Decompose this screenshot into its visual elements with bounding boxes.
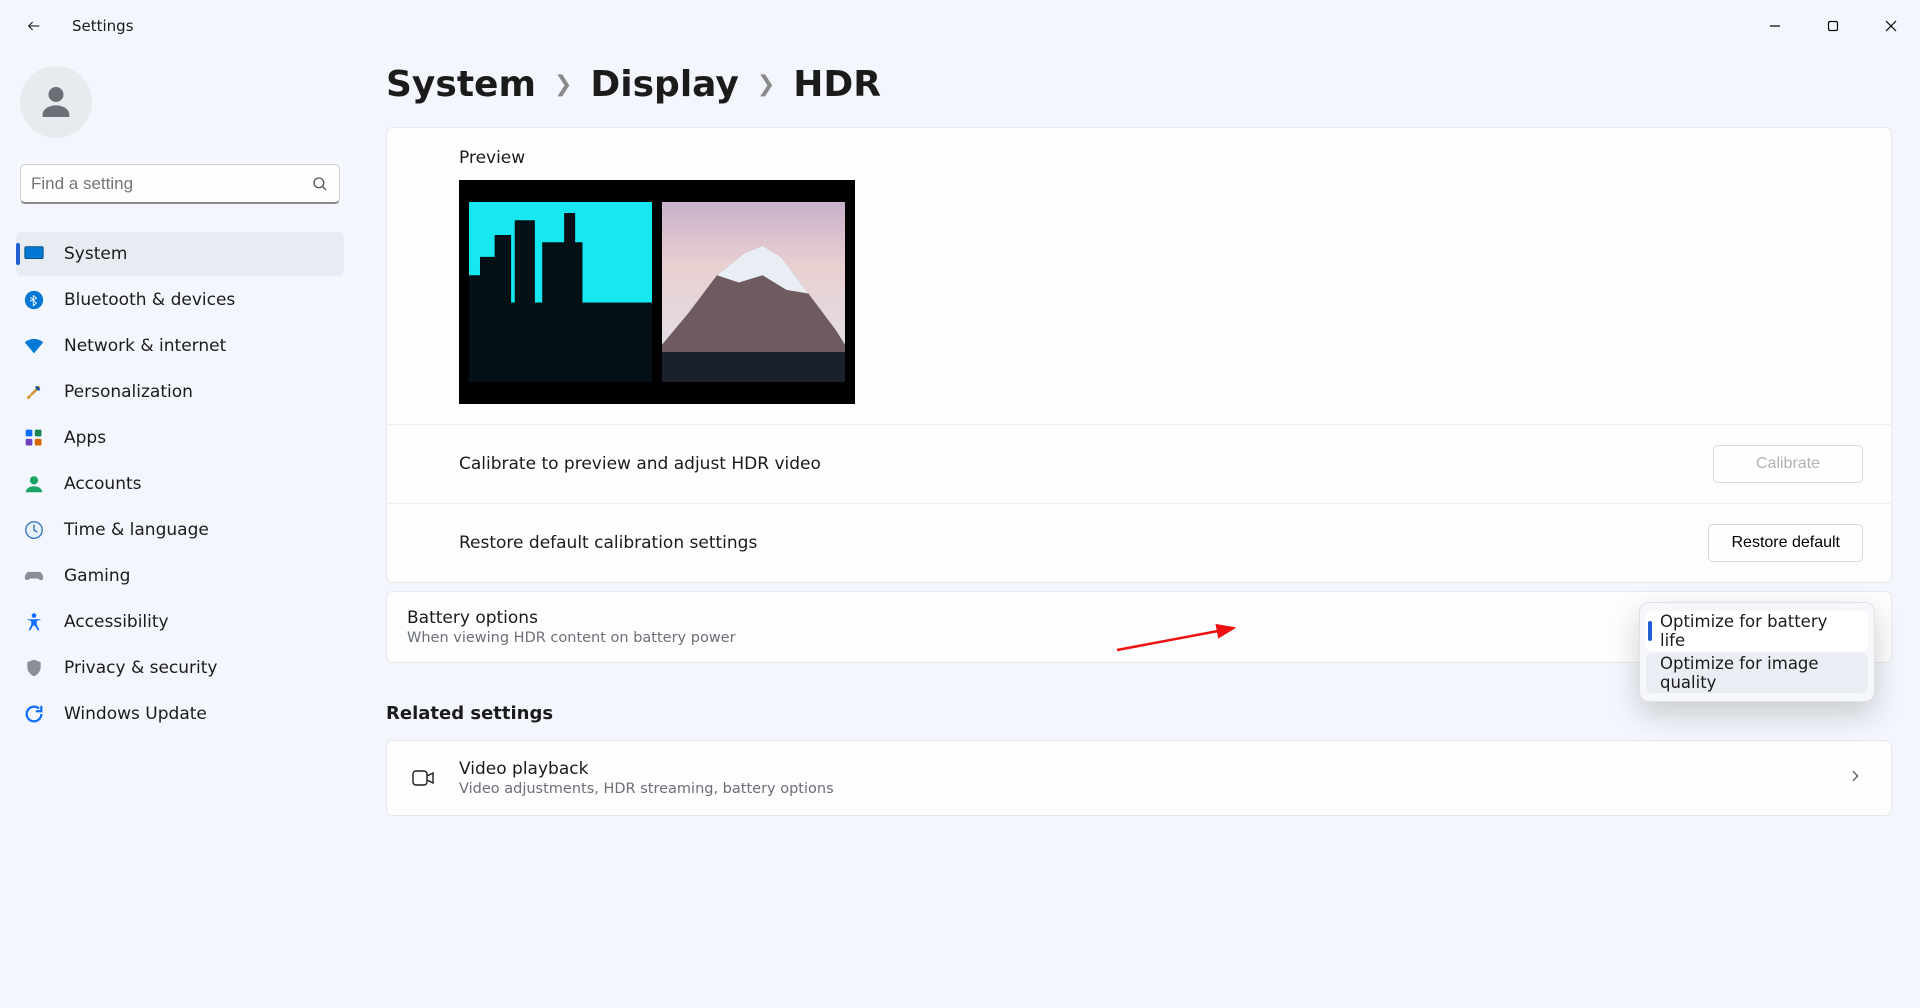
person-icon <box>36 82 76 122</box>
wifi-icon <box>22 334 46 358</box>
privacy-icon <box>22 656 46 680</box>
dropdown-item-battery-life[interactable]: Optimize for battery life <box>1646 611 1868 651</box>
preview-section: Preview <box>387 128 1891 424</box>
time-icon <box>22 518 46 542</box>
minimize-button[interactable] <box>1746 6 1804 46</box>
breadcrumb: System ❯ Display ❯ HDR <box>386 64 1892 127</box>
sidebar: System Bluetooth & devices Network & int… <box>0 52 360 1008</box>
video-playback-title: Video playback <box>459 759 834 779</box>
sidebar-item-label: Apps <box>64 428 106 448</box>
dropdown-item-label: Optimize for battery life <box>1660 612 1856 650</box>
video-icon <box>409 764 437 792</box>
sidebar-item-label: System <box>64 244 127 264</box>
close-icon <box>1885 20 1897 32</box>
sidebar-item-time[interactable]: Time & language <box>16 508 344 552</box>
video-playback-subtitle: Video adjustments, HDR streaming, batter… <box>459 781 834 797</box>
preview-label: Preview <box>459 148 1891 168</box>
breadcrumb-l3: HDR <box>793 64 881 105</box>
brush-icon <box>22 380 46 404</box>
sidebar-item-update[interactable]: Windows Update <box>16 692 344 736</box>
gaming-icon <box>22 564 46 588</box>
search-field[interactable] <box>31 174 311 194</box>
sidebar-item-system[interactable]: System <box>16 232 344 276</box>
mountain-icon <box>662 202 845 382</box>
preview-right <box>662 202 845 382</box>
sidebar-item-label: Network & internet <box>64 336 226 356</box>
sidebar-item-label: Windows Update <box>64 704 207 724</box>
chevron-right-icon <box>1847 768 1863 788</box>
restore-label: Restore default calibration settings <box>459 533 757 553</box>
back-button[interactable] <box>16 8 52 44</box>
close-button[interactable] <box>1862 6 1920 46</box>
sidebar-item-privacy[interactable]: Privacy & security <box>16 646 344 690</box>
search-input[interactable] <box>20 164 340 204</box>
sidebar-item-apps[interactable]: Apps <box>16 416 344 460</box>
accounts-icon <box>22 472 46 496</box>
search-icon <box>311 175 329 193</box>
restore-default-button[interactable]: Restore default <box>1708 524 1863 562</box>
restore-row: Restore default calibration settings Res… <box>387 503 1891 582</box>
app-title: Settings <box>72 17 134 35</box>
breadcrumb-l1[interactable]: System <box>386 64 536 105</box>
sidebar-item-label: Personalization <box>64 382 193 402</box>
sidebar-item-label: Bluetooth & devices <box>64 290 235 310</box>
apps-icon <box>22 426 46 450</box>
maximize-icon <box>1827 20 1839 32</box>
city-silhouette-icon <box>469 202 652 382</box>
sidebar-item-accessibility[interactable]: Accessibility <box>16 600 344 644</box>
video-playback-link[interactable]: Video playback Video adjustments, HDR st… <box>386 740 1892 816</box>
maximize-button[interactable] <box>1804 6 1862 46</box>
battery-options-card[interactable]: Battery options When viewing HDR content… <box>386 591 1892 663</box>
accessibility-icon <box>22 610 46 634</box>
system-icon <box>22 242 46 266</box>
calibrate-label: Calibrate to preview and adjust HDR vide… <box>459 454 821 474</box>
chevron-right-icon: ❯ <box>757 72 775 97</box>
preview-calibration-card: Preview <box>386 127 1892 583</box>
bluetooth-icon <box>22 288 46 312</box>
sidebar-item-label: Time & language <box>64 520 209 540</box>
calibrate-button[interactable]: Calibrate <box>1713 445 1863 483</box>
sidebar-item-label: Gaming <box>64 566 130 586</box>
sidebar-item-label: Accessibility <box>64 612 169 632</box>
main-content: System ❯ Display ❯ HDR Preview <box>360 52 1920 1008</box>
battery-options-dropdown[interactable]: Optimize for battery life Optimize for i… <box>1639 602 1875 702</box>
chevron-right-icon: ❯ <box>554 72 572 97</box>
sidebar-item-bluetooth[interactable]: Bluetooth & devices <box>16 278 344 322</box>
calibrate-row: Calibrate to preview and adjust HDR vide… <box>387 424 1891 503</box>
update-icon <box>22 702 46 726</box>
sidebar-item-label: Accounts <box>64 474 142 494</box>
minimize-icon <box>1769 20 1781 32</box>
title-bar: Settings <box>0 0 1920 52</box>
dropdown-item-image-quality[interactable]: Optimize for image quality <box>1646 653 1868 693</box>
profile[interactable] <box>10 62 350 164</box>
sidebar-item-personalization[interactable]: Personalization <box>16 370 344 414</box>
battery-title: Battery options <box>407 608 736 628</box>
nav-list: System Bluetooth & devices Network & int… <box>10 232 350 736</box>
sidebar-item-gaming[interactable]: Gaming <box>16 554 344 598</box>
arrow-left-icon <box>26 18 42 34</box>
sidebar-item-label: Privacy & security <box>64 658 218 678</box>
sidebar-item-accounts[interactable]: Accounts <box>16 462 344 506</box>
hdr-preview-image <box>459 180 855 404</box>
avatar <box>20 66 92 138</box>
sidebar-item-network[interactable]: Network & internet <box>16 324 344 368</box>
dropdown-item-label: Optimize for image quality <box>1660 654 1856 692</box>
preview-left <box>469 202 652 382</box>
breadcrumb-l2[interactable]: Display <box>590 64 738 105</box>
battery-subtitle: When viewing HDR content on battery powe… <box>407 630 736 646</box>
